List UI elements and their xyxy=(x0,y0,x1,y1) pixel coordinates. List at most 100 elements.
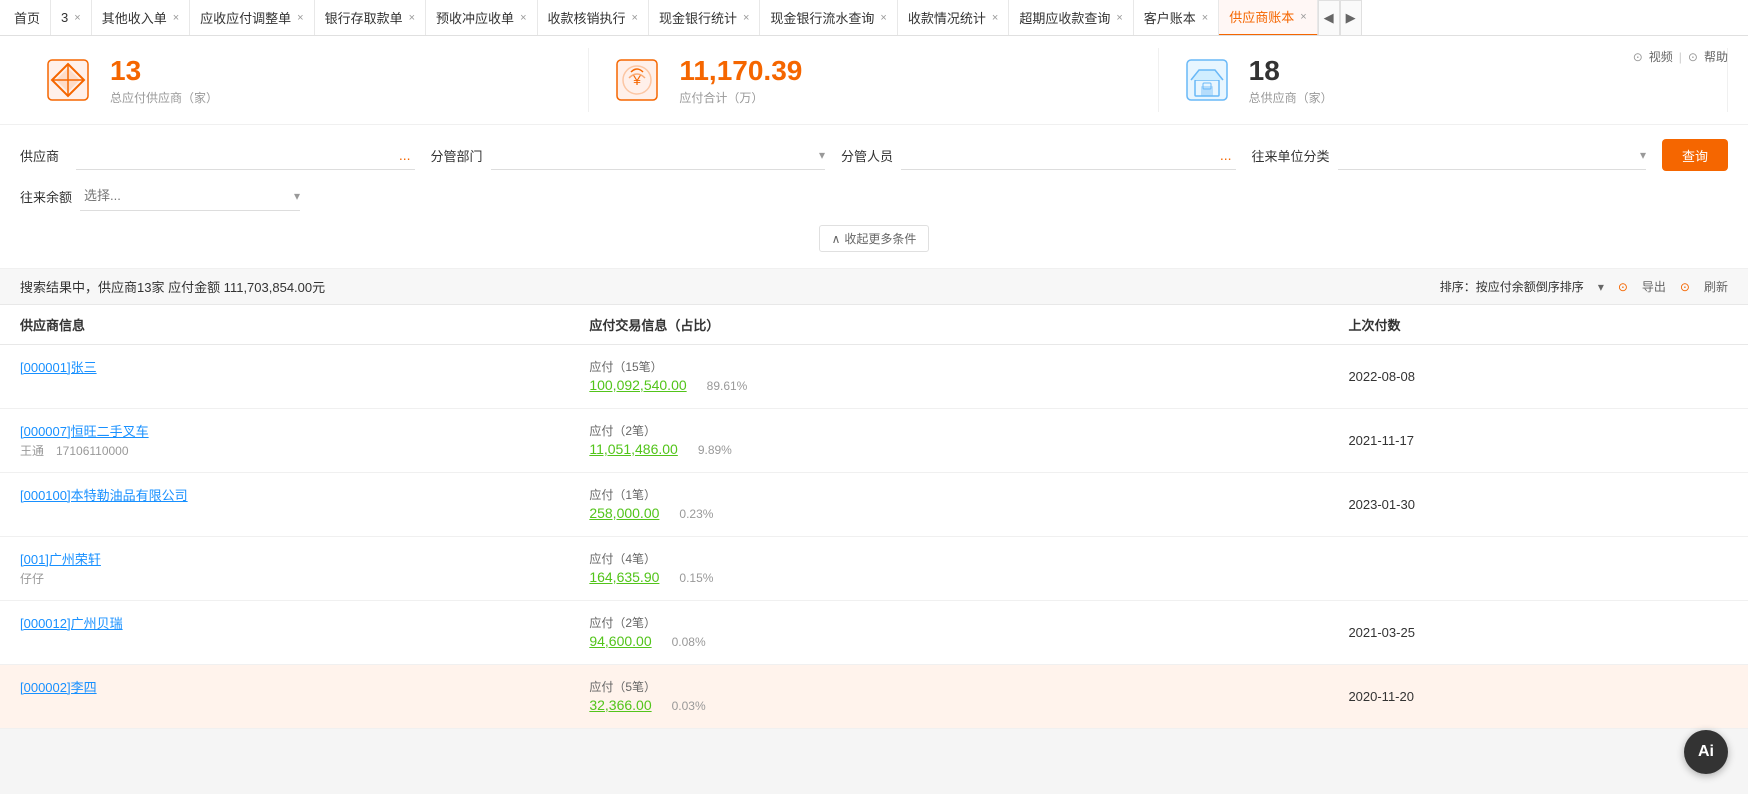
balance-label: 往来余额 xyxy=(20,187,72,206)
export-button[interactable]: 导出 xyxy=(1642,278,1666,295)
supplier-dots-icon[interactable]: ... xyxy=(395,147,415,163)
supplier-cell-000012: [000012]广州贝瑞 xyxy=(20,613,589,652)
nav-tab-payment-stats-close[interactable]: × xyxy=(992,12,998,24)
sort-label[interactable]: 排序：按应付余额倒序排序 xyxy=(1440,278,1584,295)
supplier-link-001[interactable]: [001]广州荣轩 xyxy=(20,552,101,567)
nav-tab-cash-stats[interactable]: 现金银行统计 × xyxy=(649,0,760,36)
supplier-label: 供应商 xyxy=(20,146,68,165)
tx-amount-000002[interactable]: 32,366.00 xyxy=(589,697,651,713)
person-dots-icon[interactable]: ... xyxy=(1216,147,1236,163)
balance-input[interactable] xyxy=(80,181,294,211)
category-input[interactable] xyxy=(1338,140,1640,170)
nav-tab-adjustment[interactable]: 应收应付调整单 × xyxy=(190,0,314,36)
nav-tab-overdue-close[interactable]: × xyxy=(1116,12,1122,24)
stat-payable-amount-info: 11,170.39 应付合计（万） xyxy=(679,54,802,107)
nav-tab-bank-deposit[interactable]: 银行存取款单 × xyxy=(315,0,426,36)
nav-arrow-right[interactable]: ▶ xyxy=(1340,0,1362,36)
table-row: [000012]广州贝瑞 应付（2笔） 94,600.00 0.08% 2021… xyxy=(0,601,1748,665)
balance-chevron-icon[interactable]: ▾ xyxy=(294,189,300,203)
nav-tab-overdue-label: 超期应收款查询 xyxy=(1019,8,1110,27)
category-chevron-icon[interactable]: ▾ xyxy=(1640,148,1646,162)
nav-tab-customer-ledger[interactable]: 客户账本 × xyxy=(1134,0,1219,36)
stat-payable-suppliers-number: 13 xyxy=(110,54,218,88)
nav-tab-adjustment-close[interactable]: × xyxy=(297,12,303,24)
tx-amount-000012[interactable]: 94,600.00 xyxy=(589,633,651,649)
supplier-link-000002[interactable]: [000002]李四 xyxy=(20,680,97,695)
dept-input-wrap: ▾ xyxy=(491,140,825,170)
tx-row-000100: 258,000.00 0.23% xyxy=(589,505,1348,523)
transaction-cell-000012: 应付（2笔） 94,600.00 0.08% xyxy=(589,613,1348,652)
tx-amount-000007[interactable]: 11,051,486.00 xyxy=(589,441,678,457)
tx-percent-000007: 9.89% xyxy=(698,443,732,457)
nav-tab-payment-stats[interactable]: 收款情况统计 × xyxy=(898,0,1009,36)
collapse-button-label: 收起更多条件 xyxy=(844,230,916,247)
nav-tab-payment-stats-label: 收款情况统计 xyxy=(908,8,986,27)
nav-tab-cash-flow[interactable]: 现金银行流水查询 × xyxy=(760,0,897,36)
person-label: 分管人员 xyxy=(841,146,893,165)
nav-tab-3[interactable]: 3 × xyxy=(51,0,92,36)
supplier-link-000012[interactable]: [000012]广州贝瑞 xyxy=(20,616,123,631)
stat-total-suppliers-number: 18 xyxy=(1249,54,1333,88)
help-link[interactable]: 帮助 xyxy=(1704,48,1728,65)
supplier-link-000100[interactable]: [000100]本特勒油品有限公司 xyxy=(20,488,188,503)
nav-tab-cash-flow-close[interactable]: × xyxy=(880,12,886,24)
table-row: [000001]张三 应付（15笔） 100,092,540.00 89.61%… xyxy=(0,345,1748,409)
person-input[interactable] xyxy=(901,140,1216,170)
nav-tab-supplier-ledger[interactable]: 供应商账本 × xyxy=(1219,0,1317,36)
table-row: [000007]恒旺二手叉车 王通 17106110000 应付（2笔） 11,… xyxy=(0,409,1748,473)
sort-chevron-icon[interactable]: ▾ xyxy=(1598,280,1604,294)
tx-amount-000100[interactable]: 258,000.00 xyxy=(589,505,659,521)
tx-amount-000001[interactable]: 100,092,540.00 xyxy=(589,377,686,393)
nav-tab-other-income[interactable]: 其他收入单 × xyxy=(92,0,190,36)
table-row: [001]广州荣轩 仔仔 应付（4笔） 164,635.90 0.15% xyxy=(0,537,1748,601)
refresh-button[interactable]: 刷新 xyxy=(1704,278,1728,295)
collapse-button[interactable]: ∧ 收起更多条件 xyxy=(819,225,930,252)
nav-tab-home[interactable]: 首页 xyxy=(4,0,51,36)
nav-tab-3-close[interactable]: × xyxy=(74,12,80,24)
lastpay-000012: 2021-03-25 xyxy=(1348,613,1728,652)
supplier-contact-001: 仔仔 xyxy=(20,570,589,587)
supplier-link-000001[interactable]: [000001]张三 xyxy=(20,360,97,375)
collapse-wrap: ∧ 收起更多条件 xyxy=(20,221,1728,260)
col-header-lastpay: 上次付数 xyxy=(1348,315,1728,334)
nav-tab-overdue[interactable]: 超期应收款查询 × xyxy=(1009,0,1133,36)
table-header: 供应商信息 应付交易信息（占比） 上次付数 xyxy=(0,305,1748,345)
nav-tab-receipt-close[interactable]: × xyxy=(632,12,638,24)
stat-payable-amount: ¥ 11,170.39 应付合计（万） xyxy=(589,48,1158,112)
tx-percent-000100: 0.23% xyxy=(679,507,713,521)
transaction-cell-000001: 应付（15笔） 100,092,540.00 89.61% xyxy=(589,357,1348,396)
dept-label: 分管部门 xyxy=(431,146,483,165)
nav-tab-bank-deposit-close[interactable]: × xyxy=(409,12,415,24)
stat-payable-suppliers-label: 总应付供应商（家） xyxy=(110,89,218,106)
dept-chevron-icon[interactable]: ▾ xyxy=(819,148,825,162)
nav-tab-customer-ledger-label: 客户账本 xyxy=(1144,8,1196,27)
tx-percent-000001: 89.61% xyxy=(707,379,748,393)
category-label: 往来单位分类 xyxy=(1252,146,1330,165)
video-icon: ⊙ xyxy=(1633,50,1643,64)
nav-tab-home-label: 首页 xyxy=(14,8,40,27)
nav-arrow-left[interactable]: ◀ xyxy=(1318,0,1340,36)
nav-tab-customer-ledger-close[interactable]: × xyxy=(1202,12,1208,24)
top-right-links: ⊙ 视频 | ⊙ 帮助 xyxy=(1633,48,1728,65)
results-bar: 搜索结果中，供应商13家 应付金额 111,703,854.00元 排序：按应付… xyxy=(0,269,1748,305)
supplier-input[interactable] xyxy=(76,140,395,170)
help-icon: ⊙ xyxy=(1688,50,1698,64)
nav-tab-supplier-ledger-close[interactable]: × xyxy=(1300,11,1306,23)
nav-tab-prepay-close[interactable]: × xyxy=(520,12,526,24)
ai-badge[interactable]: Ai xyxy=(1684,730,1728,774)
filter-person: 分管人员 ... xyxy=(841,140,1236,170)
tx-amount-001[interactable]: 164,635.90 xyxy=(589,569,659,585)
nav-tab-receipt-label: 收款核销执行 xyxy=(548,8,626,27)
search-button[interactable]: 查询 xyxy=(1662,139,1728,171)
nav-tab-receipt[interactable]: 收款核销执行 × xyxy=(538,0,649,36)
supplier-link-000007[interactable]: [000007]恒旺二手叉车 xyxy=(20,424,149,439)
transaction-cell-000100: 应付（1笔） 258,000.00 0.23% xyxy=(589,485,1348,524)
nav-tab-cash-stats-close[interactable]: × xyxy=(743,12,749,24)
tx-label-000002: 应付（5笔） xyxy=(589,678,1348,695)
video-link[interactable]: 视频 xyxy=(1649,48,1673,65)
tx-row-000001: 100,092,540.00 89.61% xyxy=(589,377,1348,395)
nav-tab-prepay[interactable]: 预收冲应收单 × xyxy=(426,0,537,36)
nav-tab-other-income-close[interactable]: × xyxy=(173,12,179,24)
tx-label-000100: 应付（1笔） xyxy=(589,486,1348,503)
dept-input[interactable] xyxy=(491,140,819,170)
